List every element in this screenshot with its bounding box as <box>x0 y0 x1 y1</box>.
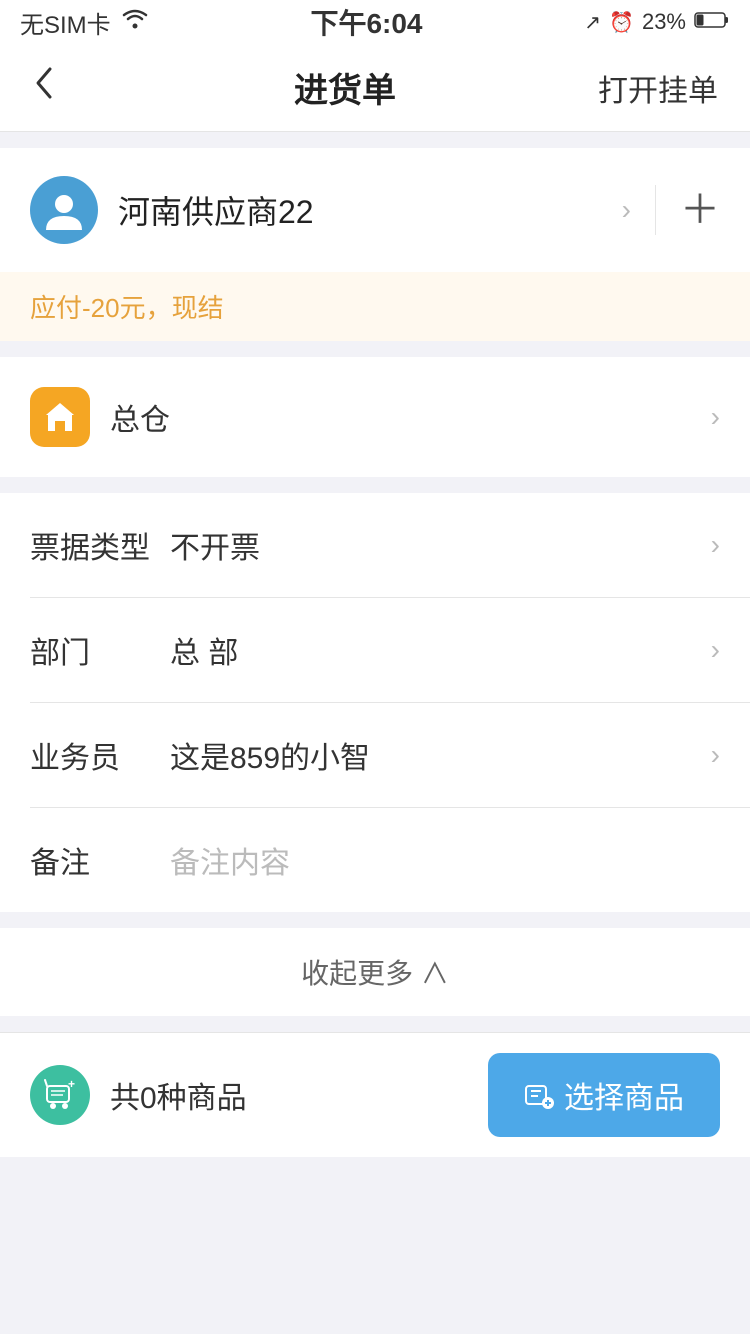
invoice-type-chevron-icon: › <box>711 529 720 561</box>
invoice-type-value: 不开票 <box>170 523 711 567</box>
supplier-avatar <box>30 176 98 244</box>
salesperson-label: 业务员 <box>30 733 170 777</box>
warehouse-section: 总仓 › <box>0 357 750 477</box>
collapse-button[interactable]: 收起更多 ∧ <box>301 952 449 992</box>
supplier-chevron-icon: › <box>622 194 631 226</box>
department-value: 总 部 <box>170 628 711 672</box>
supplier-card: 河南供应商22 › ＋ 应付-20元，现结 <box>0 148 750 341</box>
invoice-type-row[interactable]: 票据类型 不开票 › <box>0 493 750 597</box>
status-time: 下午6:04 <box>310 2 422 42</box>
alert-banner: 应付-20元，现结 <box>0 272 750 341</box>
location-icon: ↗ <box>584 10 601 35</box>
warehouse-chevron-icon: › <box>711 401 720 433</box>
nav-bar: 进货单 打开挂单 <box>0 44 750 132</box>
product-count-text: 共0种商品 <box>110 1073 488 1117</box>
warehouse-icon-bg <box>30 387 90 447</box>
wifi-icon <box>121 8 149 36</box>
back-button[interactable] <box>32 63 92 112</box>
status-left: 无SIM卡 <box>20 5 149 40</box>
status-right: ↗ ⏰ 23% <box>584 9 730 35</box>
vertical-divider <box>655 185 656 235</box>
warehouse-label: 总仓 <box>110 395 711 439</box>
department-label: 部门 <box>30 628 170 672</box>
collapse-section: 收起更多 ∧ <box>0 928 750 1016</box>
remark-input[interactable]: 备注内容 <box>170 838 720 882</box>
battery-text: 23% <box>642 9 686 35</box>
svg-text:+: + <box>68 1078 75 1091</box>
invoice-type-label: 票据类型 <box>30 523 170 567</box>
select-product-label: 选择商品 <box>564 1073 684 1117</box>
open-pending-button[interactable]: 打开挂单 <box>598 66 718 110</box>
status-bar: 无SIM卡 下午6:04 ↗ ⏰ 23% <box>0 0 750 44</box>
page-title: 进货单 <box>294 63 396 112</box>
supplier-row[interactable]: 河南供应商22 › ＋ <box>0 148 750 272</box>
alarm-icon: ⏰ <box>609 10 634 35</box>
salesperson-value: 这是859的小智 <box>170 733 711 777</box>
warehouse-row[interactable]: 总仓 › <box>0 357 750 477</box>
divider-1 <box>0 132 750 148</box>
salesperson-row[interactable]: 业务员 这是859的小智 › <box>0 703 750 807</box>
salesperson-chevron-icon: › <box>711 739 720 771</box>
supplier-row-actions: › ＋ <box>622 185 720 235</box>
product-count-icon-bg: + <box>30 1065 90 1125</box>
supplier-name: 河南供应商22 <box>118 187 622 233</box>
battery-icon <box>694 9 730 35</box>
alert-text: 应付-20元，现结 <box>30 293 224 323</box>
bottom-bar: + 共0种商品 选择商品 <box>0 1032 750 1157</box>
add-button[interactable]: ＋ <box>680 190 720 230</box>
select-product-button[interactable]: 选择商品 <box>488 1053 720 1137</box>
department-row[interactable]: 部门 总 部 › <box>0 598 750 702</box>
carrier-label: 无SIM卡 <box>20 5 111 40</box>
remark-label: 备注 <box>30 838 170 882</box>
remark-row[interactable]: 备注 备注内容 <box>0 808 750 912</box>
form-fields-section: 票据类型 不开票 › 部门 总 部 › 业务员 这是859的小智 › 备注 备注… <box>0 493 750 912</box>
department-chevron-icon: › <box>711 634 720 666</box>
